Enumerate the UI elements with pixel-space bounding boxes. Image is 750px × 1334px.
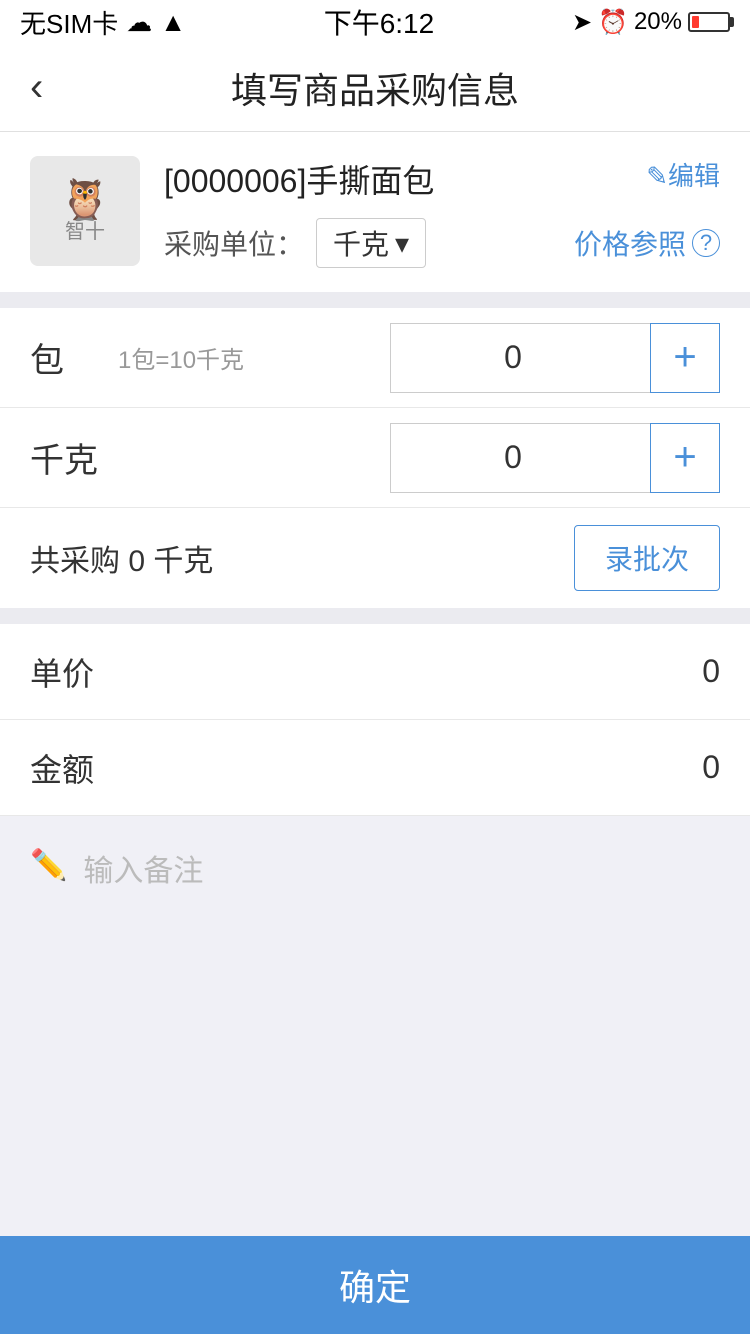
nav-bar: ‹ 填写商品采购信息	[0, 44, 750, 132]
amount-label: 金额	[30, 745, 94, 791]
wifi-icon: ☁	[126, 7, 152, 38]
purchase-unit-row: 采购单位： 千克 ▾ 价格参照 ?	[164, 218, 720, 268]
batch-button[interactable]: 录批次	[574, 525, 720, 591]
unit-price-label: 单价	[30, 649, 94, 695]
carrier-text: 无SIM卡	[20, 4, 118, 41]
input-section: 包 1包=10千克 + 千克 +	[0, 308, 750, 508]
package-label: 包	[30, 333, 110, 382]
unit-value: 千克	[333, 223, 389, 263]
package-input-group: +	[390, 323, 720, 393]
help-icon[interactable]: ?	[692, 229, 720, 257]
status-right: ➤ ⏰ 20%	[572, 8, 730, 37]
unit-price-value: 0	[702, 653, 720, 690]
package-sublabel: 1包=10千克	[118, 340, 244, 375]
pencil-icon: ✏️	[30, 848, 67, 883]
unit-price-row: 单价 0	[0, 624, 750, 720]
back-button[interactable]: ‹	[30, 65, 43, 110]
kg-plus-button[interactable]: +	[650, 423, 720, 493]
battery-icon	[688, 12, 730, 32]
package-plus-button[interactable]: +	[650, 323, 720, 393]
battery-fill	[692, 16, 699, 28]
unit-select[interactable]: 千克 ▾	[316, 218, 426, 268]
price-section: 单价 0 金额 0	[0, 624, 750, 816]
location-icon: ➤	[572, 8, 592, 37]
summary-text: 共采购 0 千克	[30, 536, 213, 580]
notes-section[interactable]: ✏️ 输入备注	[0, 816, 750, 1056]
product-image: 🦉智十	[30, 156, 140, 266]
product-logo: 🦉智十	[60, 180, 110, 242]
status-time: 下午6:12	[324, 2, 435, 42]
kg-row: 千克 +	[0, 408, 750, 508]
price-ref-label: 价格参照	[574, 223, 686, 263]
signal-icon: ▲	[160, 7, 186, 38]
alarm-icon: ⏰	[598, 8, 628, 37]
product-name: [0000006]手撕面包	[164, 156, 434, 202]
notes-placeholder: 输入备注	[83, 846, 203, 890]
divider-1	[0, 292, 750, 308]
confirm-button[interactable]: 确定	[0, 1236, 750, 1334]
divider-2	[0, 608, 750, 624]
page-title: 填写商品采购信息	[231, 62, 519, 114]
battery-percent: 20%	[634, 8, 682, 36]
price-ref-button[interactable]: 价格参照 ?	[574, 223, 720, 263]
edit-link[interactable]: ✎编辑	[646, 156, 720, 193]
package-input[interactable]	[390, 323, 650, 393]
status-bar: 无SIM卡 ☁ ▲ 下午6:12 ➤ ⏰ 20%	[0, 0, 750, 44]
package-row: 包 1包=10千克 +	[0, 308, 750, 408]
product-info: [0000006]手撕面包 ✎编辑 采购单位： 千克 ▾ 价格参照 ?	[164, 156, 720, 268]
bottom-spacer	[0, 1056, 750, 1154]
amount-row: 金额 0	[0, 720, 750, 816]
kg-label: 千克	[30, 433, 110, 482]
summary-row: 共采购 0 千克 录批次	[0, 508, 750, 608]
dropdown-icon: ▾	[395, 227, 409, 260]
kg-input[interactable]	[390, 423, 650, 493]
status-left: 无SIM卡 ☁ ▲	[20, 4, 186, 41]
amount-value: 0	[702, 749, 720, 786]
unit-label: 采购单位：	[164, 223, 304, 263]
kg-input-group: +	[390, 423, 720, 493]
product-card: 🦉智十 [0000006]手撕面包 ✎编辑 采购单位： 千克 ▾ 价格参照 ?	[0, 132, 750, 292]
product-name-row: [0000006]手撕面包 ✎编辑	[164, 156, 720, 202]
